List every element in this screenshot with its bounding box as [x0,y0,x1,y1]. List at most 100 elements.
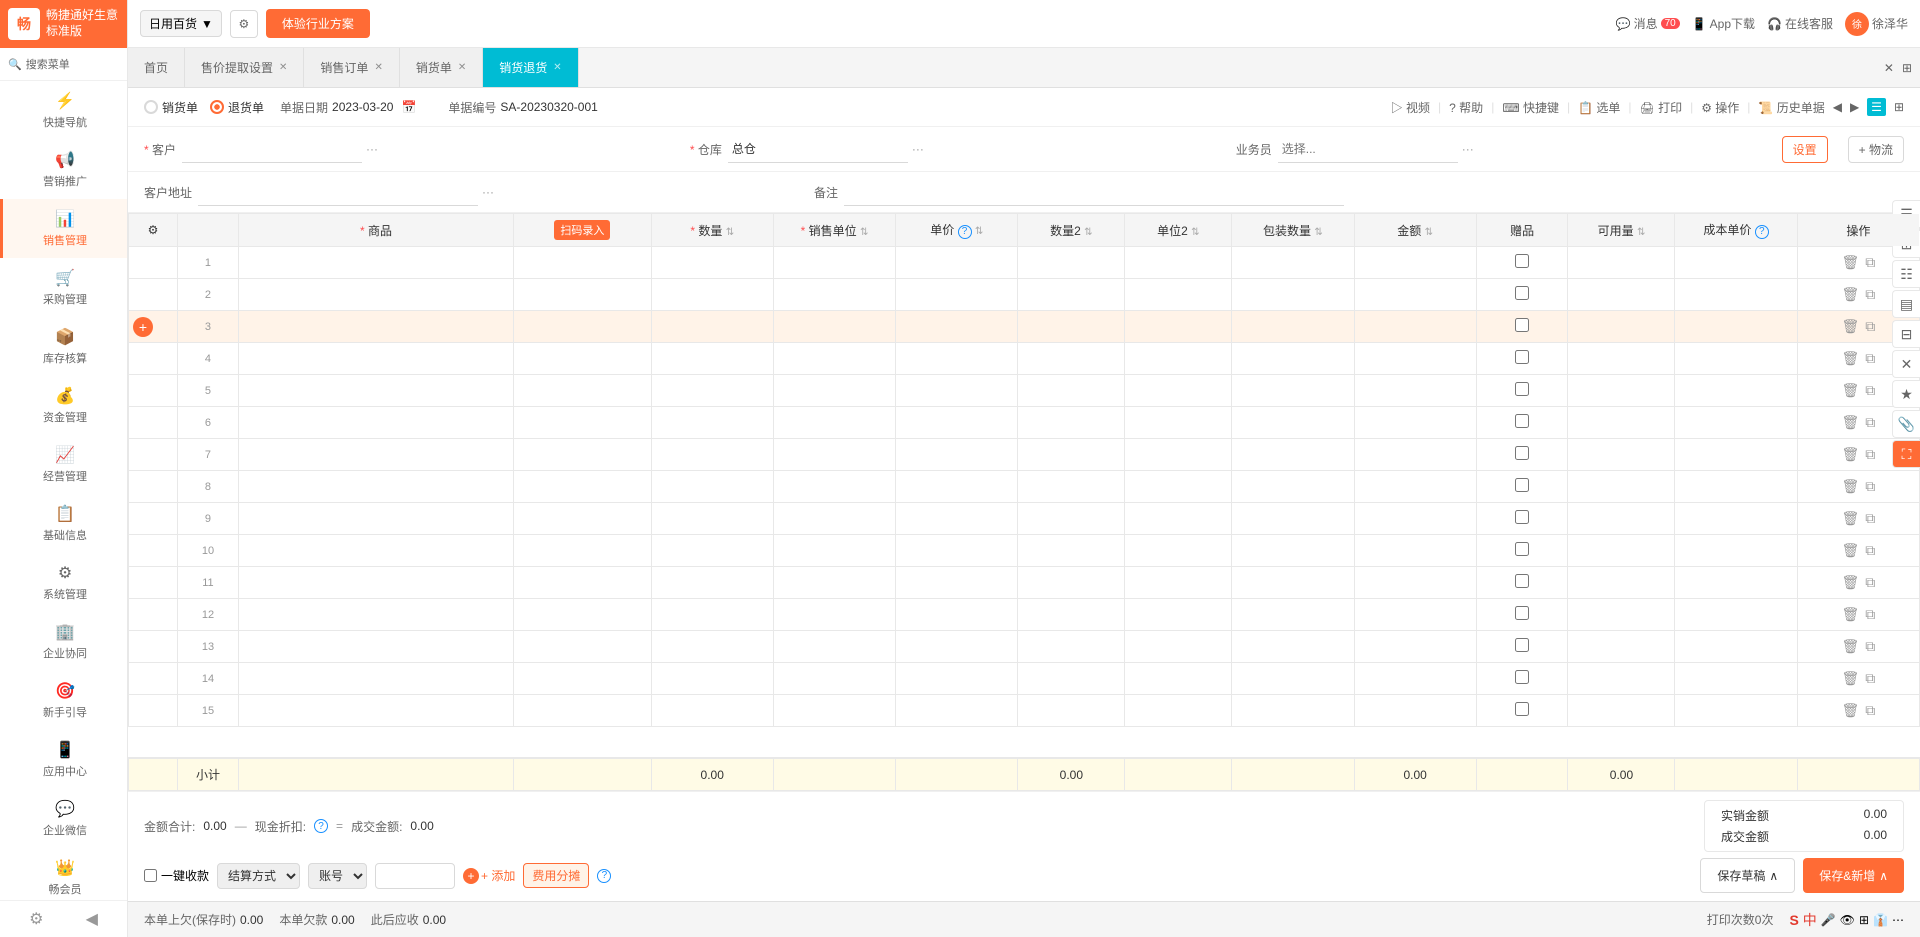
sidebar-item-sales[interactable]: 📊 销售管理 [0,199,127,258]
qty-input-13[interactable] [656,640,769,654]
gift-checkbox-3[interactable] [1515,318,1529,332]
gift-checkbox-12[interactable] [1515,606,1529,620]
unit-input-1[interactable] [778,256,891,270]
unit2-input-7[interactable] [1129,448,1227,462]
row-amount-cell[interactable] [1354,439,1476,471]
row-pack-cell[interactable] [1232,375,1354,407]
row-price-cell[interactable] [896,343,1018,375]
sidebar-item-purchase[interactable]: 🛒 采购管理 [0,258,127,317]
row-unit2-cell[interactable] [1125,631,1232,663]
product-input-10[interactable] [243,544,509,558]
row-unit2-cell[interactable] [1125,471,1232,503]
unit-input-5[interactable] [778,384,891,398]
one-click-payment-input[interactable] [144,869,157,882]
amount-input-4[interactable] [1359,352,1472,366]
print-btn[interactable]: 🖨 打印 [1640,99,1683,116]
row-gift-cell[interactable] [1476,279,1568,311]
qty-input-15[interactable] [656,704,769,718]
row-qty2-cell[interactable] [1018,535,1125,567]
unit2-input-2[interactable] [1129,288,1227,302]
unit2-input-9[interactable] [1129,512,1227,526]
row-unit2-cell[interactable] [1125,247,1232,279]
row-price-cell[interactable] [896,503,1018,535]
topbar-settings-btn[interactable]: ⚙ [230,10,258,38]
price-input-10[interactable] [900,544,1013,558]
row-unit2-cell[interactable] [1125,503,1232,535]
row-unit2-cell[interactable] [1125,279,1232,311]
row-product-cell[interactable] [239,567,514,599]
row-qty2-cell[interactable] [1018,631,1125,663]
delete-icon-10[interactable]: 🗑 [1841,542,1859,559]
price-input-11[interactable] [900,576,1013,590]
unit-input-10[interactable] [778,544,891,558]
qty2-input-10[interactable] [1022,544,1120,558]
float-btn-detail3[interactable]: ⊟ [1892,320,1920,348]
product-input-5[interactable] [243,384,509,398]
product-input-13[interactable] [243,640,509,654]
qty-input-9[interactable] [656,512,769,526]
row-qty-cell[interactable] [651,631,773,663]
unit2-input-1[interactable] [1129,256,1227,270]
amount-input-2[interactable] [1359,288,1472,302]
row-qty-cell[interactable] [651,247,773,279]
unit-input-7[interactable] [778,448,891,462]
row-gift-cell[interactable] [1476,535,1568,567]
row-unit-cell[interactable] [773,471,895,503]
qty-input-7[interactable] [656,448,769,462]
salesperson-search-btn[interactable]: ··· [1462,142,1474,156]
row-amount-cell[interactable] [1354,631,1476,663]
product-input-15[interactable] [243,704,509,718]
float-btn-screen[interactable]: ⛶ [1892,440,1920,468]
copy-icon-14[interactable]: ⧉ [1865,670,1875,687]
price-input-8[interactable] [900,480,1013,494]
amount-input-14[interactable] [1359,672,1472,686]
pack-input-6[interactable] [1236,416,1349,430]
sidebar-item-quick-nav[interactable]: ⚡ 快捷导航 [0,81,127,140]
price-input-12[interactable] [900,608,1013,622]
qty-input-11[interactable] [656,576,769,590]
copy-icon-3[interactable]: ⧉ [1865,318,1875,335]
row-unit2-cell[interactable] [1125,311,1232,343]
copy-icon-4[interactable]: ⧉ [1865,350,1875,367]
delete-icon-1[interactable]: 🗑 [1841,254,1859,271]
row-gift-cell[interactable] [1476,343,1568,375]
tab-close-sales-order[interactable]: ✕ [374,62,382,73]
row-gift-cell[interactable] [1476,503,1568,535]
row-product-cell[interactable] [239,279,514,311]
qty2-input-11[interactable] [1022,576,1120,590]
row-gift-cell[interactable] [1476,375,1568,407]
row-product-cell[interactable] [239,503,514,535]
row-qty-cell[interactable] [651,471,773,503]
row-price-cell[interactable] [896,407,1018,439]
toolbar-icon-grid[interactable]: ⊞ [1859,913,1869,927]
row-qty-cell[interactable] [651,567,773,599]
row-pack-cell[interactable] [1232,471,1354,503]
cash-discount-info-icon[interactable]: ? [314,819,328,833]
address-search-btn[interactable]: ··· [482,185,494,199]
pack-input-8[interactable] [1236,480,1349,494]
price-input-1[interactable] [900,256,1013,270]
unit2-input-4[interactable] [1129,352,1227,366]
select-order-btn[interactable]: 📋 选单 [1578,99,1620,116]
pack-input-7[interactable] [1236,448,1349,462]
qty-input-8[interactable] [656,480,769,494]
row-qty2-cell[interactable] [1018,599,1125,631]
cost-info-icon[interactable]: ? [1755,225,1769,239]
message-btn[interactable]: 💬 消息 70 [1616,15,1680,32]
save-new-btn[interactable]: 保存&新增 ∧ [1803,858,1904,893]
row-product-cell[interactable] [239,311,514,343]
qty-input-1[interactable] [656,256,769,270]
qty2-input-8[interactable] [1022,480,1120,494]
unit2-input-15[interactable] [1129,704,1227,718]
sidebar-collapse-btn[interactable]: ◀ [86,909,98,929]
sidebar-item-enterprise[interactable]: 🏢 企业协同 [0,612,127,671]
row-unit-cell[interactable] [773,439,895,471]
delete-icon-5[interactable]: 🗑 [1841,382,1859,399]
price-input-4[interactable] [900,352,1013,366]
row-gift-cell[interactable] [1476,311,1568,343]
qty-input-5[interactable] [656,384,769,398]
unit-input-9[interactable] [778,512,891,526]
gift-checkbox-6[interactable] [1515,414,1529,428]
delete-icon-8[interactable]: 🗑 [1841,478,1859,495]
sidebar-settings-btn[interactable]: ⚙ [29,909,43,929]
